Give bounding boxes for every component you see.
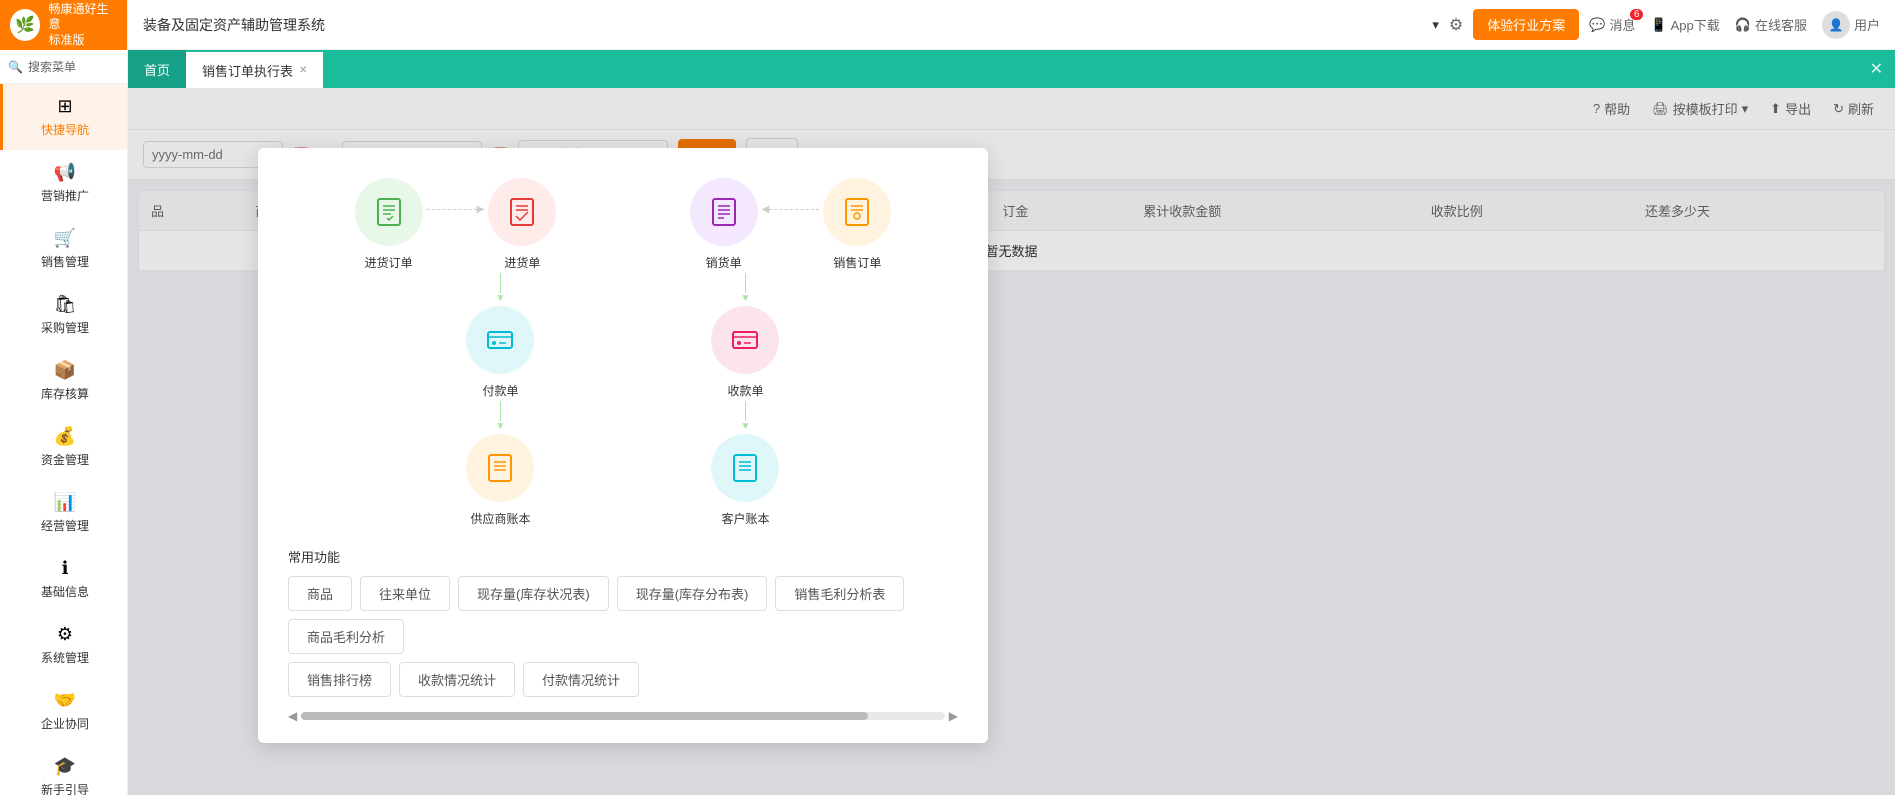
avatar: 👤	[1822, 11, 1850, 39]
common-btn-product[interactable]: 商品	[288, 576, 352, 611]
tabbar: 首页 销售订单执行表 ✕ ✕	[128, 50, 1895, 88]
service-icon: 🎧	[1735, 17, 1751, 33]
sidebar: 🌿 畅康通好生意 标准版 🔍 搜索菜单 ⊞ 快捷导航 📢 营销推广 🛒 销售管理	[0, 0, 128, 795]
system-icon: ⚙	[57, 624, 73, 645]
receipt-bill-circle	[711, 306, 779, 374]
popup-scrollbar: ◀ ▶	[288, 709, 958, 723]
quick-nav-icon: ⊞	[57, 96, 72, 117]
sidebar-nav: ⊞ 快捷导航 📢 营销推广 🛒 销售管理 🛍 采购管理 📦 库存核算 💰	[0, 84, 127, 795]
purchase-order-circle	[355, 178, 423, 246]
online-service-btn[interactable]: 🎧 在线客服	[1735, 15, 1807, 34]
common-btn-payment-stats[interactable]: 付款情况统计	[523, 662, 639, 697]
message-icon: 💬	[1589, 17, 1605, 33]
sidebar-logo: 🌿 畅康通好生意 标准版	[0, 0, 127, 50]
gear-icon[interactable]: ⚙	[1449, 15, 1463, 35]
common-btn-partner[interactable]: 往来单位	[360, 576, 450, 611]
customer-account-circle	[711, 434, 779, 502]
common-btn-sales-rank[interactable]: 销售排行榜	[288, 662, 391, 697]
sidebar-item-inventory[interactable]: 📦 库存核算	[0, 348, 127, 414]
sidebar-search[interactable]: 🔍 搜索菜单	[0, 50, 127, 84]
scroll-left-arrow[interactable]: ◀	[288, 709, 297, 723]
message-badge: 6	[1630, 9, 1644, 20]
scroll-right-arrow[interactable]: ▶	[949, 709, 958, 723]
sidebar-item-system[interactable]: ⚙ 系统管理	[0, 612, 127, 678]
flow-row-1: 进货订单 ▶ 进货单	[355, 178, 557, 271]
scroll-track	[301, 712, 945, 720]
receipt-bill-node[interactable]: 收款单	[711, 306, 779, 399]
popup-panel: 进货订单 ▶ 进货单	[258, 148, 988, 743]
logo-text: 畅康通好生意 标准版	[48, 2, 117, 49]
topbar-right: 💬 消息 6 📱 App下载 🎧 在线客服 👤 用户	[1589, 11, 1880, 39]
flow-row-r1: 销货单 ◀ 销售订单	[690, 178, 892, 271]
dropdown-arrow-icon: ▾	[1432, 17, 1439, 33]
common-btn-receipt-stats[interactable]: 收款情况统计	[399, 662, 515, 697]
tab-close-icon[interactable]: ✕	[299, 65, 307, 76]
marketing-icon: 📢	[54, 162, 76, 183]
inventory-icon: 📦	[54, 360, 76, 381]
phone-icon: 📱	[1650, 17, 1666, 33]
flow-left-col: 进货订单 ▶ 进货单	[355, 178, 557, 527]
sidebar-item-purchase[interactable]: 🛍 采购管理	[0, 282, 127, 348]
payment-bill-node[interactable]: 付款单	[466, 306, 534, 399]
experience-btn[interactable]: 体验行业方案	[1473, 9, 1579, 40]
user-menu[interactable]: 👤 用户	[1822, 11, 1880, 39]
main-area: 装备及固定资产辅助管理系统 ▾ ⚙ 体验行业方案 💬 消息 6 📱 App下载 …	[128, 0, 1895, 795]
sidebar-item-sales[interactable]: 🛒 销售管理	[0, 216, 127, 282]
content-area: ? 帮助 🖨 按模板打印 ▾ ⬆ 导出 ↻ 刷新	[128, 88, 1895, 795]
sale-order-node[interactable]: 销售订单	[823, 178, 891, 271]
common-functions-section: 常用功能 商品 往来单位 现存量(库存状况表) 现存量(库存分布表) 销售毛利分…	[288, 547, 958, 697]
flow-row-2: 付款单	[466, 306, 534, 399]
flow-diagram: 进货订单 ▶ 进货单	[288, 178, 958, 527]
purchase-bill-node[interactable]: 进货单	[488, 178, 556, 271]
logo-icon: 🌿	[10, 9, 40, 41]
operations-icon: 📊	[54, 492, 76, 513]
common-functions-title: 常用功能	[288, 547, 958, 566]
sidebar-item-enterprise[interactable]: 🤝 企业协同	[0, 678, 127, 744]
search-icon: 🔍	[8, 60, 23, 74]
topbar: 装备及固定资产辅助管理系统 ▾ ⚙ 体验行业方案 💬 消息 6 📱 App下载 …	[128, 0, 1895, 50]
purchase-bill-circle	[488, 178, 556, 246]
sidebar-item-quick-nav[interactable]: ⊞ 快捷导航	[0, 84, 127, 150]
sidebar-item-finance[interactable]: 💰 资金管理	[0, 414, 127, 480]
purchase-icon: 🛍	[54, 294, 77, 315]
sale-bill-node[interactable]: 销货单	[690, 178, 758, 271]
newbie-icon: 🎓	[54, 756, 76, 777]
tab-home[interactable]: 首页	[128, 50, 186, 88]
finance-icon: 💰	[54, 426, 76, 447]
common-buttons-row2: 销售排行榜 收款情况统计 付款情况统计	[288, 662, 958, 697]
system-name: 装备及固定资产辅助管理系统	[143, 15, 1422, 35]
tab-sales-order[interactable]: 销售订单执行表 ✕	[186, 50, 323, 88]
common-btn-product-margin[interactable]: 商品毛利分析	[288, 619, 404, 654]
scroll-thumb[interactable]	[301, 712, 867, 720]
sale-order-circle	[823, 178, 891, 246]
common-btn-stock-dist[interactable]: 现存量(库存分布表)	[617, 576, 768, 611]
sidebar-item-operations[interactable]: 📊 经营管理	[0, 480, 127, 546]
system-dropdown[interactable]: ▾	[1432, 17, 1439, 33]
message-btn[interactable]: 💬 消息 6	[1589, 15, 1635, 34]
flow-right-col: 销货单 ◀ 销售订单	[690, 178, 892, 527]
common-btn-sales-margin[interactable]: 销售毛利分析表	[775, 576, 904, 611]
sale-bill-circle	[690, 178, 758, 246]
customer-account-node[interactable]: 客户账本	[711, 434, 779, 527]
close-all-tabs-btn[interactable]: ✕	[1858, 59, 1895, 79]
supplier-account-circle	[466, 434, 534, 502]
sidebar-item-basic-info[interactable]: ℹ 基础信息	[0, 546, 127, 612]
payment-bill-circle	[466, 306, 534, 374]
sales-icon: 🛒	[54, 228, 76, 249]
purchase-order-node[interactable]: 进货订单	[355, 178, 423, 271]
basic-info-icon: ℹ	[62, 558, 69, 579]
sidebar-item-newbie[interactable]: 🎓 新手引导	[0, 744, 127, 795]
common-btn-stock-status[interactable]: 现存量(库存状况表)	[458, 576, 609, 611]
enterprise-icon: 🤝	[54, 690, 76, 711]
sidebar-item-marketing[interactable]: 📢 营销推广	[0, 150, 127, 216]
app-download-btn[interactable]: 📱 App下载	[1650, 15, 1719, 34]
common-buttons-row1: 商品 往来单位 现存量(库存状况表) 现存量(库存分布表) 销售毛利分析表 商品…	[288, 576, 958, 654]
supplier-account-node[interactable]: 供应商账本	[466, 434, 534, 527]
